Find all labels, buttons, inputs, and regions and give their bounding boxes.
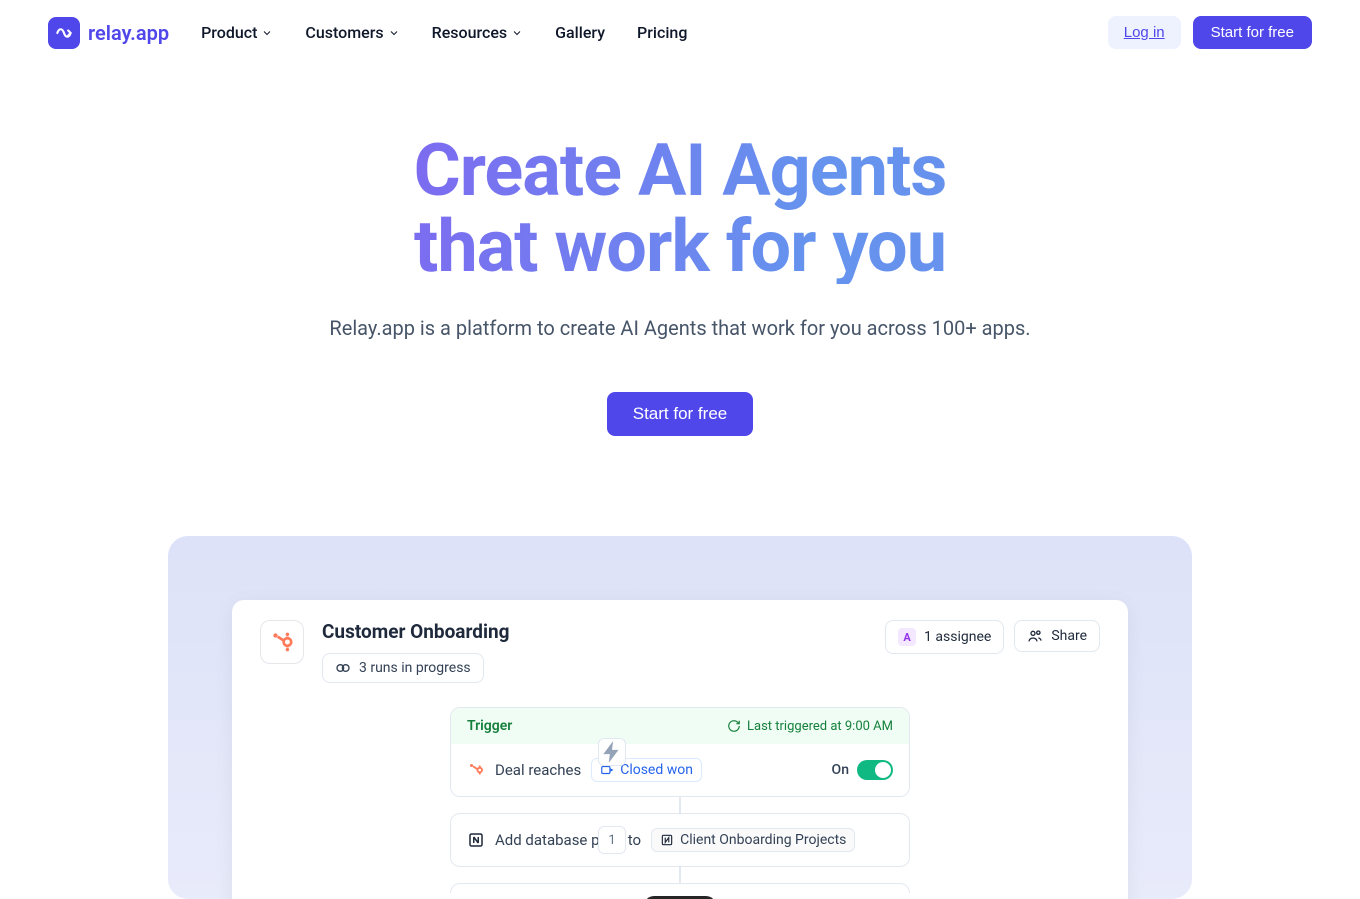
share-text: Share <box>1051 628 1087 644</box>
trigger-header: Trigger Last triggered at 9:00 AM <box>451 708 909 744</box>
start-free-header-button[interactable]: Start for free <box>1193 16 1312 49</box>
hubspot-small-icon <box>467 761 485 779</box>
trigger-card[interactable]: Trigger Last triggered at 9:00 AM Deal r… <box>450 707 910 797</box>
trigger-time-text: Last triggered at 9:00 AM <box>747 719 893 734</box>
step2-card-partial <box>450 883 910 893</box>
demo-container: Customer Onboarding 3 runs in progress A… <box>168 536 1192 899</box>
nav-product[interactable]: Product <box>201 23 273 42</box>
step1-card[interactable]: Add database page to Client Onboarding P… <box>450 813 910 867</box>
nav-product-label: Product <box>201 23 257 42</box>
bolt-icon <box>599 738 625 766</box>
demo-card: Customer Onboarding 3 runs in progress A… <box>232 600 1128 899</box>
nav-pricing[interactable]: Pricing <box>637 23 687 42</box>
assignee-count: 1 assignee <box>924 629 991 645</box>
connector-line <box>679 797 681 813</box>
demo-header: Customer Onboarding 3 runs in progress A… <box>260 620 1100 683</box>
workflow: Trigger Last triggered at 9:00 AM Deal r… <box>260 707 1100 893</box>
trigger-label: Trigger <box>467 718 512 734</box>
hero-section: Create AI Agents that work for you Relay… <box>0 65 1360 476</box>
demo-title-wrap: Customer Onboarding 3 runs in progress <box>322 620 867 683</box>
hero-title-line1: Create AI Agents <box>414 128 947 213</box>
hero-title: Create AI Agents that work for you <box>20 133 1340 284</box>
hero-title-line2: that work for you <box>414 204 946 289</box>
trigger-time: Last triggered at 9:00 AM <box>727 719 893 734</box>
deal-reaches-text: Deal reaches <box>495 761 581 779</box>
demo-title: Customer Onboarding <box>322 620 867 643</box>
notion-small-icon <box>660 833 674 847</box>
nav-pricing-label: Pricing <box>637 23 687 42</box>
assignee-badge: A <box>898 628 916 646</box>
runs-icon <box>335 660 351 676</box>
closed-won-text: Closed won <box>620 762 693 778</box>
runs-text: 3 runs in progress <box>359 660 471 676</box>
nav-gallery-label: Gallery <box>555 23 605 42</box>
connector-line-2 <box>679 867 681 883</box>
share-chip[interactable]: Share <box>1014 620 1100 652</box>
demo-header-actions: A 1 assignee Share <box>885 620 1100 654</box>
header-actions: Log in Start for free <box>1108 16 1312 49</box>
chevron-down-icon <box>388 27 400 39</box>
assignee-chip[interactable]: A 1 assignee <box>885 620 1004 654</box>
logo[interactable]: relay.app <box>48 17 169 49</box>
toggle-label: On <box>832 762 849 778</box>
nav-customers-label: Customers <box>305 23 383 42</box>
start-free-hero-button[interactable]: Start for free <box>607 392 753 436</box>
refresh-icon <box>727 719 741 733</box>
site-header: relay.app Product Customers Resources Ga… <box>0 0 1360 65</box>
notion-icon <box>467 831 485 849</box>
logo-icon <box>48 17 80 49</box>
nav-gallery[interactable]: Gallery <box>555 23 605 42</box>
notion-target-text: Client Onboarding Projects <box>680 832 846 848</box>
chevron-down-icon <box>261 27 273 39</box>
people-icon <box>1027 628 1043 644</box>
nav-resources[interactable]: Resources <box>432 23 524 42</box>
trigger-toggle[interactable] <box>857 760 893 780</box>
notion-target-chip: Client Onboarding Projects <box>651 828 855 852</box>
logo-text: relay.app <box>88 21 169 45</box>
trigger-row: Trigger Last triggered at 9:00 AM Deal r… <box>450 707 910 797</box>
runs-in-progress-chip[interactable]: 3 runs in progress <box>322 653 484 683</box>
step1-body: Add database page to Client Onboarding P… <box>451 814 909 866</box>
trigger-index-icon <box>598 738 626 766</box>
hero-subtitle: Relay.app is a platform to create AI Age… <box>20 316 1340 340</box>
trigger-body: Deal reaches Closed won On <box>451 744 909 796</box>
nav-customers[interactable]: Customers <box>305 23 399 42</box>
login-button[interactable]: Log in <box>1108 16 1181 49</box>
step2-row-partial <box>450 883 910 893</box>
hubspot-icon <box>260 620 304 664</box>
step1-index: 1 <box>598 826 626 854</box>
nav-resources-label: Resources <box>432 23 508 42</box>
trigger-toggle-wrap: On <box>832 760 893 780</box>
main-nav: Product Customers Resources Gallery Pric… <box>201 23 687 42</box>
chevron-down-icon <box>511 27 523 39</box>
step1-row: 1 Add database page to Client Onboarding… <box>450 813 910 867</box>
